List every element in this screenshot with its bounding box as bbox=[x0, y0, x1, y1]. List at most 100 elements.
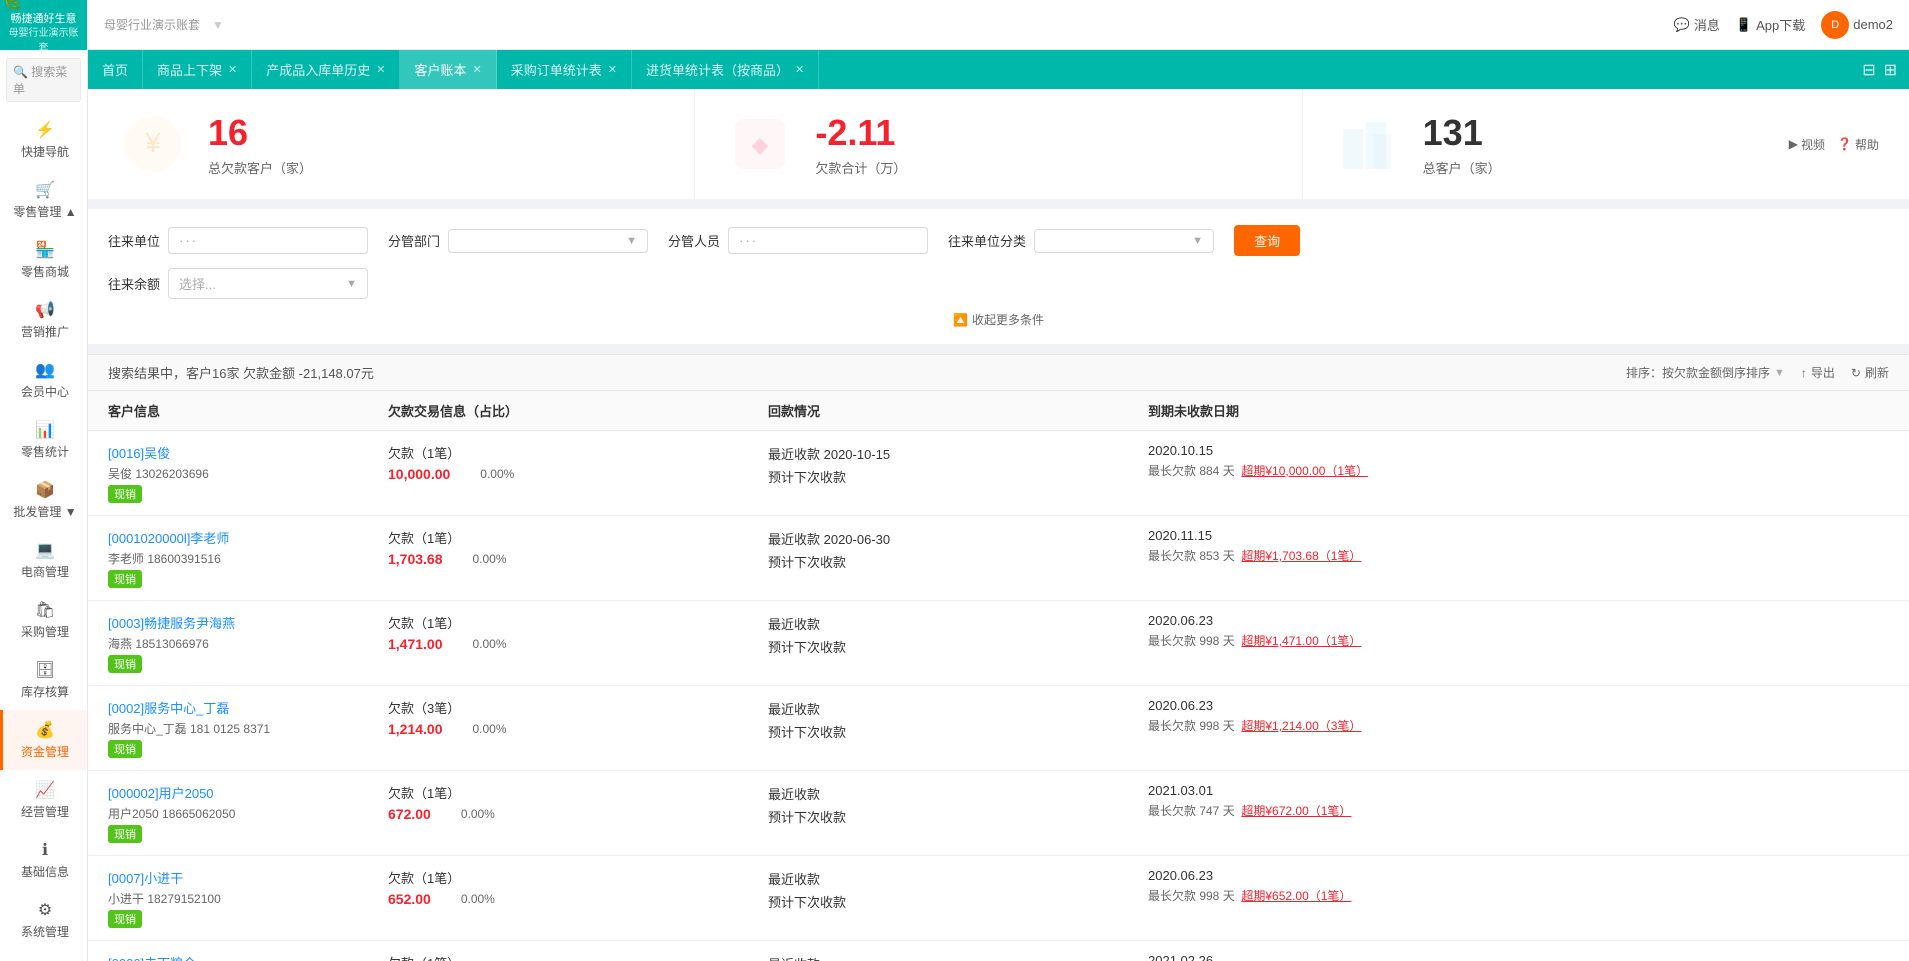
customer-info-000002: [000002]用户2050 用户2050 18665062050 现销 bbox=[108, 783, 388, 843]
customer-name-00010200001[interactable]: [0001020000l]李老师 bbox=[108, 528, 388, 547]
app-download-button[interactable]: 📱 App下载 bbox=[1736, 15, 1805, 34]
member-icon: 👥 bbox=[7, 360, 83, 380]
last-collection-0002: 最近收款 bbox=[768, 698, 1148, 721]
overdue-link-0007[interactable]: 超期¥652.00（1笔） bbox=[1241, 889, 1351, 903]
refresh-button[interactable]: ↻ 刷新 bbox=[1851, 364, 1889, 381]
next-collection-0007: 预计下次收款 bbox=[768, 891, 1148, 914]
debt-amount-0002: 1,214.00 bbox=[388, 721, 443, 737]
customer-name-0006[interactable]: [0006]去下粮仓 bbox=[108, 953, 388, 961]
tab-purchase-stats[interactable]: 采购订单统计表 ✕ bbox=[497, 50, 632, 89]
table-row: [0016]吴俊 吴俊 13026203696 现销 欠款（1笔） 10,000… bbox=[88, 431, 1909, 516]
sidebar-item-label: 资金管理 bbox=[21, 745, 69, 759]
sidebar-item-label: 库存核算 bbox=[21, 685, 69, 699]
customer-phone-0016: 吴俊 13026203696 bbox=[108, 465, 388, 482]
filter-balance-select[interactable]: 选择... ▼ bbox=[168, 268, 368, 299]
customer-tag-0003: 现销 bbox=[108, 655, 142, 673]
customer-name-0002[interactable]: [0002]服务中心_丁磊 bbox=[108, 698, 388, 717]
next-collection-000002: 预计下次收款 bbox=[768, 806, 1148, 829]
debt-count-0003: 欠款（1笔） bbox=[388, 613, 768, 632]
search-menu-button[interactable]: 🔍 搜索菜单 bbox=[6, 58, 81, 102]
sidebar-item-quick-nav[interactable]: ⚡ 快捷导航 bbox=[0, 110, 87, 170]
customer-info-00010200001: [0001020000l]李老师 李老师 18600391516 现销 bbox=[108, 528, 388, 588]
next-collection-0002: 预计下次收款 bbox=[768, 721, 1148, 744]
export-button[interactable]: ↑ 导出 bbox=[1801, 364, 1835, 381]
sidebar-item-member[interactable]: 👥 会员中心 bbox=[0, 350, 87, 410]
overdue-link-0002[interactable]: 超期¥1,214.00（3笔） bbox=[1241, 719, 1361, 733]
sidebar-item-retail-stats[interactable]: 📊 零售统计 bbox=[0, 410, 87, 470]
user-menu[interactable]: D demo2 bbox=[1821, 11, 1893, 39]
customer-name-000002[interactable]: [000002]用户2050 bbox=[108, 783, 388, 802]
collection-info-0006: 最近收款 预计下次收款 bbox=[768, 953, 1148, 961]
tab-minimize-icon[interactable]: ⊟ bbox=[1862, 60, 1875, 80]
customer-name-0016[interactable]: [0016]吴俊 bbox=[108, 443, 388, 462]
tab-maximize-icon[interactable]: ⊞ bbox=[1884, 60, 1897, 80]
tab-customer-account[interactable]: 客户账本 ✕ bbox=[400, 50, 496, 89]
sidebar-item-batch-mgmt[interactable]: 📦 批发管理 ▼ bbox=[0, 470, 87, 530]
help-action[interactable]: ❓ 帮助 bbox=[1837, 136, 1879, 153]
stat-card-overdue-amount: ◆ -2.11 欠款合计（万） bbox=[695, 89, 1302, 199]
sort-arrow[interactable]: ▼ bbox=[1774, 367, 1785, 379]
sidebar-item-retail-mgmt[interactable]: 🛒 零售管理 ▲ bbox=[0, 170, 87, 230]
tab-purchase-stats-close[interactable]: ✕ bbox=[608, 63, 617, 76]
debt-info-000002: 欠款（1笔） 672.00 0.00% bbox=[388, 783, 768, 822]
customer-name-0007[interactable]: [0007]小进干 bbox=[108, 868, 388, 887]
help-icon: ❓ bbox=[1837, 137, 1852, 151]
sidebar-item-basic-info[interactable]: ℹ 基础信息 bbox=[0, 830, 87, 890]
sidebar-item-ecommerce[interactable]: 💻 电商管理 bbox=[0, 530, 87, 590]
sidebar-item-purchase-mgmt[interactable]: 🛍 采购管理 bbox=[0, 590, 87, 650]
sidebar-item-finance[interactable]: 💰 资金管理 bbox=[0, 710, 87, 770]
customer-info-0007: [0007]小进干 小进干 18279152100 现销 bbox=[108, 868, 388, 928]
customer-info-0016: [0016]吴俊 吴俊 13026203696 现销 bbox=[108, 443, 388, 503]
tab-home[interactable]: 首页 bbox=[88, 50, 143, 89]
tab-purchase-summary[interactable]: 进货单统计表（按商品） ✕ bbox=[632, 50, 819, 89]
app-logo: 🌿 畅捷通好生意母婴行业演示账套 bbox=[0, 0, 87, 50]
filter-dept-select[interactable]: ▼ bbox=[448, 229, 648, 253]
tab-purchase-summary-close[interactable]: ✕ bbox=[795, 63, 804, 76]
debt-amount-000002: 672.00 bbox=[388, 806, 431, 822]
sidebar-item-retail-store[interactable]: 🏪 零售商城 bbox=[0, 230, 87, 290]
tabs-bar: 首页 商品上下架 ✕ 产成品入库单历史 ✕ 客户账本 ✕ 采购订单统计表 ✕ 进… bbox=[88, 50, 1909, 89]
filter-unit-input[interactable]: ··· bbox=[168, 227, 368, 254]
filter-balance-placeholder: 选择... bbox=[179, 274, 216, 293]
overdue-link-0016[interactable]: 超期¥10,000.00（1笔） bbox=[1241, 464, 1368, 478]
debt-info-0002: 欠款（3笔） 1,214.00 0.00% bbox=[388, 698, 768, 737]
filter-category-select[interactable]: ▼ bbox=[1034, 229, 1214, 253]
sidebar-item-inventory[interactable]: 🗄 库存核算 bbox=[0, 650, 87, 710]
sidebar-item-system-mgmt[interactable]: ⚙ 系统管理 bbox=[0, 890, 87, 950]
tab-product-history-close[interactable]: ✕ bbox=[376, 63, 385, 76]
filter-person-input[interactable]: ··· bbox=[728, 227, 928, 254]
app-title: 母婴行业演示账套 bbox=[104, 16, 200, 33]
filter-unit-dots: ··· bbox=[179, 233, 198, 248]
sidebar-item-marketing[interactable]: 📢 营销推广 bbox=[0, 290, 87, 350]
export-icon: ↑ bbox=[1801, 366, 1807, 380]
sidebar: 🌿 畅捷通好生意母婴行业演示账套 🔍 搜索菜单 ⚡ 快捷导航 🛒 零售管理 ▲ … bbox=[0, 0, 88, 961]
top-bar-left: 母婴行业演示账套 ▼ bbox=[104, 16, 224, 33]
tab-product-history[interactable]: 产成品入库单历史 ✕ bbox=[252, 50, 400, 89]
collapse-icon: 🔼 bbox=[953, 313, 968, 327]
svg-text:◆: ◆ bbox=[752, 132, 769, 157]
stat-info-overdue: 16 总欠款客户（家） bbox=[208, 112, 312, 177]
debt-info-0006: 欠款（1笔） 455.90 0.00% bbox=[388, 953, 768, 961]
overdue-link-00010200001[interactable]: 超期¥1,703.68（1笔） bbox=[1241, 549, 1361, 563]
tab-product-list[interactable]: 商品上下架 ✕ bbox=[143, 50, 252, 89]
tab-product-list-close[interactable]: ✕ bbox=[228, 63, 237, 76]
message-button[interactable]: 💬 消息 bbox=[1674, 15, 1720, 34]
sidebar-item-label: 零售管理 ▲ bbox=[13, 205, 76, 219]
sidebar-item-operations[interactable]: 📈 经营管理 bbox=[0, 770, 87, 830]
overdue-date-0016: 2020.10.15 bbox=[1148, 443, 1889, 458]
customer-name-0003[interactable]: [0003]畅捷服务尹海燕 bbox=[108, 613, 388, 632]
sidebar-item-enterprise[interactable]: 🏢 企业协同 bbox=[0, 950, 87, 961]
debt-row-0007: 652.00 0.00% bbox=[388, 891, 768, 907]
overdue-date-0007: 2020.06.23 bbox=[1148, 868, 1889, 883]
filter-balance-label: 往来余额 bbox=[108, 274, 160, 293]
overdue-link-0003[interactable]: 超期¥1,471.00（1笔） bbox=[1241, 634, 1361, 648]
tab-customer-account-close[interactable]: ✕ bbox=[473, 63, 482, 76]
video-action[interactable]: ▶ 视频 bbox=[1789, 136, 1825, 153]
overdue-link-000002[interactable]: 超期¥672.00（1笔） bbox=[1241, 804, 1351, 818]
mobile-icon: 📱 bbox=[1736, 17, 1752, 33]
results-actions: 排序：按欠款金额倒序排序 ▼ ↑ 导出 ↻ 刷新 bbox=[1626, 364, 1889, 381]
collapse-button[interactable]: 🔼 收起更多条件 bbox=[108, 311, 1889, 328]
debt-amount-0007: 652.00 bbox=[388, 891, 431, 907]
stat-card-overdue-customers: ¥ 16 总欠款客户（家） bbox=[88, 89, 695, 199]
search-button[interactable]: 查询 bbox=[1234, 225, 1300, 256]
